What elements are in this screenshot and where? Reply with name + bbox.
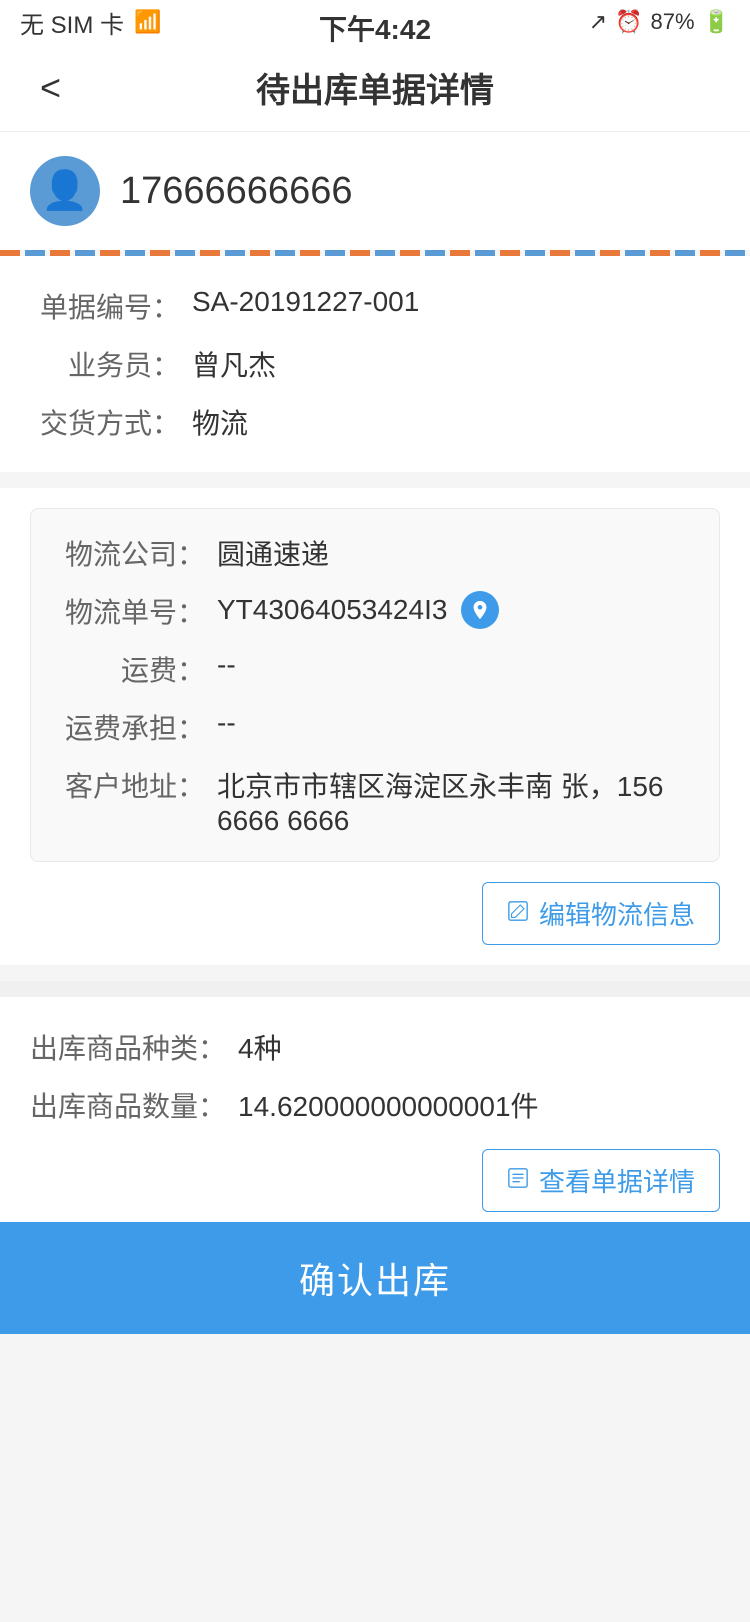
battery-text: 87% — [651, 9, 695, 35]
agent-label: 业务员： — [30, 344, 180, 384]
freight-bear-value: -- — [217, 707, 695, 739]
delivery-row: 交货方式： 物流 — [30, 402, 720, 442]
delivery-label: 交货方式： — [30, 402, 180, 442]
freight-row: 运费： -- — [55, 649, 695, 689]
list-icon — [507, 1165, 529, 1196]
address-value: 北京市市辖区海淀区永丰南 张，156 6666 6666 — [217, 765, 695, 837]
wifi-icon: 📶 — [134, 9, 161, 35]
bottom-area: 确认出库 — [0, 1222, 750, 1334]
nav-bar: < 待出库单据详情 — [0, 44, 750, 132]
freight-label: 运费： — [55, 649, 205, 689]
edit-logistics-btn-container: 编辑物流信息 — [30, 882, 720, 945]
agent-value: 曾凡杰 — [192, 344, 720, 384]
battery-icon: 🔋 — [703, 9, 730, 35]
agent-row: 业务员： 曾凡杰 — [30, 344, 720, 384]
order-no-value: SA-20191227-001 — [192, 286, 720, 318]
goods-quantity-label: 出库商品数量： — [30, 1085, 226, 1125]
tracking-value-row: YT43064053424I3 — [217, 591, 695, 629]
view-detail-btn-container: 查看单据详情 — [30, 1149, 720, 1212]
goods-type-label: 出库商品种类： — [30, 1027, 226, 1067]
tracking-number: YT43064053424I3 — [217, 594, 447, 626]
order-no-label: 单据编号： — [30, 286, 180, 326]
section-divider — [0, 981, 750, 997]
goods-quantity-row: 出库商品数量： 14.620000000000001件 — [30, 1085, 720, 1125]
goods-section: 出库商品种类： 4种 出库商品数量： 14.620000000000001件 查… — [0, 997, 750, 1242]
freight-bear-label: 运费承担： — [55, 707, 205, 747]
goods-quantity-value: 14.620000000000001件 — [238, 1085, 720, 1125]
carrier-text: 无 SIM 卡 — [20, 5, 124, 40]
tracking-row: 物流单号： YT43064053424I3 — [55, 591, 695, 631]
logistics-card: 物流公司： 圆通速递 物流单号： YT43064053424I3 运费： -- — [30, 508, 720, 862]
address-label: 客户地址： — [55, 765, 205, 805]
freight-bear-row: 运费承担： -- — [55, 707, 695, 747]
order-info-section: 单据编号： SA-20191227-001 业务员： 曾凡杰 交货方式： 物流 — [0, 256, 750, 472]
order-no-row: 单据编号： SA-20191227-001 — [30, 286, 720, 326]
logistics-section: 物流公司： 圆通速递 物流单号： YT43064053424I3 运费： -- — [0, 488, 750, 965]
location-status-icon: ↗ — [589, 9, 607, 35]
goods-type-value: 4种 — [238, 1027, 720, 1067]
goods-type-row: 出库商品种类： 4种 — [30, 1027, 720, 1067]
page-title: 待出库单据详情 — [256, 63, 494, 112]
phone-number: 17666666666 — [120, 170, 352, 213]
logistics-company-row: 物流公司： 圆通速递 — [55, 533, 695, 573]
map-location-icon[interactable] — [461, 591, 499, 629]
edit-logistics-button[interactable]: 编辑物流信息 — [482, 882, 720, 945]
edit-logistics-label: 编辑物流信息 — [539, 895, 695, 932]
address-row: 客户地址： 北京市市辖区海淀区永丰南 张，156 6666 6666 — [55, 765, 695, 837]
delivery-value: 物流 — [192, 402, 720, 442]
logistics-company-value: 圆通速递 — [217, 533, 695, 573]
alarm-icon: ⏰ — [615, 9, 642, 35]
avatar: 👤 — [30, 156, 100, 226]
view-detail-button[interactable]: 查看单据详情 — [482, 1149, 720, 1212]
status-left: 无 SIM 卡 📶 — [20, 5, 161, 40]
confirm-outbound-button[interactable]: 确认出库 — [0, 1222, 750, 1334]
phone-row: 👤 17666666666 — [0, 132, 750, 250]
user-icon: 👤 — [41, 169, 88, 213]
freight-value: -- — [217, 649, 695, 681]
logistics-company-label: 物流公司： — [55, 533, 205, 573]
back-button[interactable]: < — [30, 57, 71, 119]
status-bar: 无 SIM 卡 📶 下午4:42 ↗ ⏰ 87% 🔋 — [0, 0, 750, 44]
edit-icon — [507, 898, 529, 929]
view-detail-label: 查看单据详情 — [539, 1162, 695, 1199]
status-right: ↗ ⏰ 87% 🔋 — [589, 9, 730, 35]
status-time: 下午4:42 — [319, 8, 431, 48]
tracking-label: 物流单号： — [55, 591, 205, 631]
